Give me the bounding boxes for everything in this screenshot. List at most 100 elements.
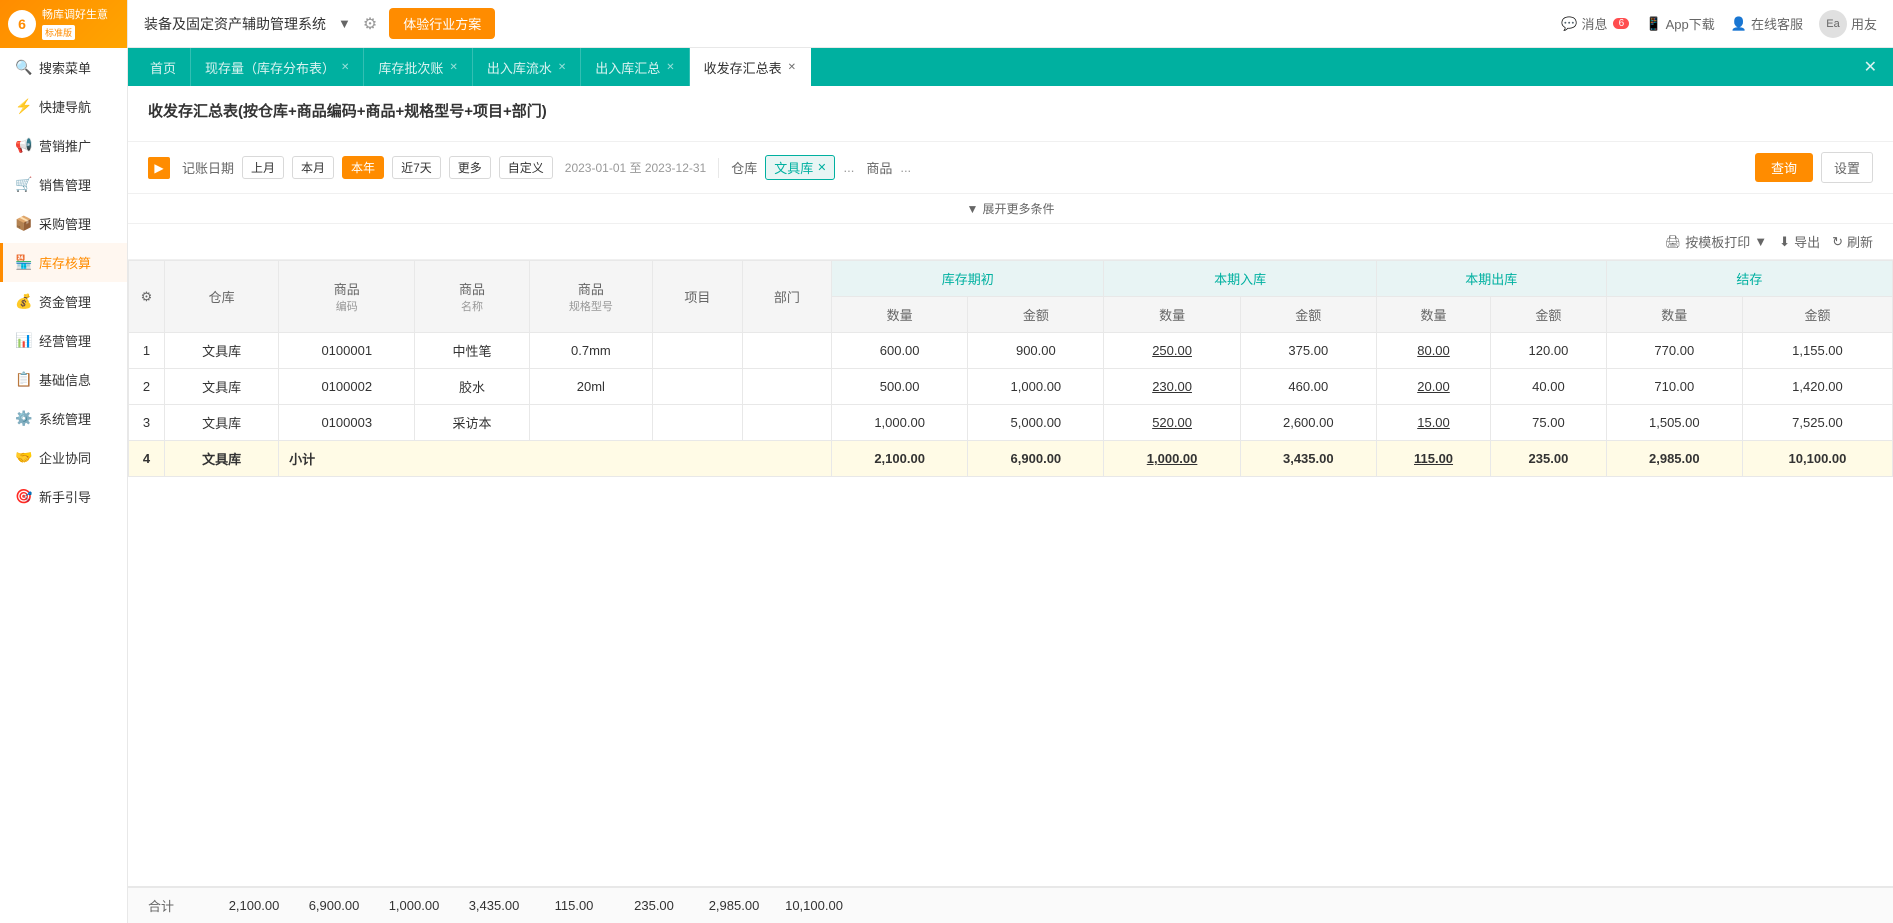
date-btn-7days[interactable]: 近7天 — [392, 156, 441, 179]
date-btn-more[interactable]: 更多 — [449, 156, 491, 179]
date-btn-custom[interactable]: 自定义 — [499, 156, 553, 179]
tab-close-inout-flow[interactable]: ✕ — [558, 62, 566, 73]
cell-open-qty: 500.00 — [832, 369, 968, 405]
th-open-qty: 数量 — [832, 297, 968, 333]
summary-close-qty: 2,985.00 — [1606, 441, 1742, 477]
cell-code: 0100003 — [279, 405, 415, 441]
expand-conditions-row[interactable]: ▼ 展开更多条件 — [128, 194, 1893, 224]
export-btn[interactable]: ⬇ 导出 — [1779, 232, 1820, 251]
sidebar-item-search[interactable]: 🔍搜索菜单 — [0, 48, 127, 87]
cell-open-qty: 1,000.00 — [832, 405, 968, 441]
cell-in-qty[interactable]: 250.00 — [1104, 333, 1240, 369]
warehouse-tag-close[interactable]: ✕ — [817, 161, 826, 174]
sidebar-label-system: 系统管理 — [39, 409, 91, 428]
tab-label-home: 首页 — [150, 58, 176, 77]
cell-dept — [742, 405, 831, 441]
gear-icon[interactable]: ⚙ — [363, 14, 377, 34]
print-template-btn[interactable]: 🖨 按模板打印 ▼ — [1665, 232, 1767, 251]
table-row: 2 文具库 0100002 胶水 20ml 500.00 1,000.00 23… — [129, 369, 1893, 405]
cell-close-amt: 1,155.00 — [1742, 333, 1892, 369]
cell-num: 3 — [129, 405, 165, 441]
cell-in-amt: 375.00 — [1240, 333, 1376, 369]
online-service-item[interactable]: 👤 在线客服 — [1731, 14, 1803, 33]
summary-warehouse: 文具库 — [165, 441, 279, 477]
service-icon: 👤 — [1731, 16, 1747, 32]
cell-project — [653, 333, 742, 369]
sidebar-icon-purchase: 📦 — [15, 215, 33, 232]
sidebar-item-guide[interactable]: 🎯新手引导 — [0, 477, 127, 516]
cell-num: 2 — [129, 369, 165, 405]
tab-close-recv-send-summary[interactable]: ✕ — [788, 62, 796, 73]
tab-batch[interactable]: 库存批次账✕ — [364, 48, 472, 86]
notification-item[interactable]: 💬 消息 6 — [1561, 14, 1629, 33]
date-btn-this-year[interactable]: 本年 — [342, 156, 384, 179]
settings-button[interactable]: 设置 — [1821, 152, 1873, 183]
cell-close-amt: 1,420.00 — [1742, 369, 1892, 405]
cell-out-qty[interactable]: 20.00 — [1376, 369, 1490, 405]
date-btn-this-month[interactable]: 本月 — [292, 156, 334, 179]
tab-home[interactable]: 首页 — [136, 48, 191, 86]
sidebar-item-quick[interactable]: ⚡快捷导航 — [0, 87, 127, 126]
sidebar-item-purchase[interactable]: 📦采购管理 — [0, 204, 127, 243]
tab-label-inout-summary: 出入库汇总 — [595, 58, 660, 77]
cell-code: 0100001 — [279, 333, 415, 369]
sidebar-item-inventory[interactable]: 🏪库存核算 — [0, 243, 127, 282]
sidebar-item-finance[interactable]: 💰资金管理 — [0, 282, 127, 321]
cell-out-amt: 75.00 — [1491, 405, 1607, 441]
warehouse-filter-more[interactable]: ... — [843, 160, 854, 175]
tab-inventory-dist[interactable]: 现存量（库存分布表）✕ — [191, 48, 364, 86]
refresh-btn[interactable]: ↻ 刷新 — [1832, 232, 1873, 251]
th-warehouse: 仓库 — [165, 261, 279, 333]
sidebar-item-corp[interactable]: 🤝企业协同 — [0, 438, 127, 477]
sidebar-label-sales: 销售管理 — [39, 175, 91, 194]
th-settings[interactable]: ⚙ — [129, 261, 165, 333]
summary-label: 小计 — [279, 441, 832, 477]
sidebar-label-search: 搜索菜单 — [39, 58, 91, 77]
date-range-text: 2023-01-01 至 2023-12-31 — [565, 159, 706, 176]
tab-close-batch[interactable]: ✕ — [449, 62, 457, 73]
header-dropdown[interactable]: ▼ — [338, 16, 351, 31]
app-download-item[interactable]: 📱 App下载 — [1645, 14, 1714, 33]
cell-out-qty[interactable]: 80.00 — [1376, 333, 1490, 369]
summary-in-amt: 3,435.00 — [1240, 441, 1376, 477]
footer-open-amt: 6,900.00 — [294, 898, 374, 913]
sidebar-item-marketing[interactable]: 📢营销推广 — [0, 126, 127, 165]
sidebar-icon-inventory: 🏪 — [15, 254, 33, 271]
cell-out-amt: 40.00 — [1491, 369, 1607, 405]
cell-in-qty[interactable]: 230.00 — [1104, 369, 1240, 405]
tab-inout-summary[interactable]: 出入库汇总 ✕ — [581, 48, 689, 86]
goods-filter-more[interactable]: ... — [900, 160, 911, 175]
warehouse-tag-text: 文具库 — [774, 158, 813, 177]
top-header: 装备及固定资产辅助管理系统 ▼ ⚙ 体验行业方案 💬 消息 6 📱 App下载 … — [128, 0, 1893, 48]
query-button[interactable]: 查询 — [1755, 153, 1813, 182]
sidebar-item-operation[interactable]: 📊经营管理 — [0, 321, 127, 360]
industry-btn[interactable]: 体验行业方案 — [389, 8, 495, 39]
footer-out-amt: 235.00 — [614, 898, 694, 913]
filter-expand-arrow[interactable]: ▶ — [148, 157, 170, 179]
tab-label-inout-flow: 出入库流水 — [487, 58, 552, 77]
sidebar-item-sales[interactable]: 🛒销售管理 — [0, 165, 127, 204]
footer-close-qty: 2,985.00 — [694, 898, 774, 913]
cell-in-qty[interactable]: 520.00 — [1104, 405, 1240, 441]
date-btn-last-month[interactable]: 上月 — [242, 156, 284, 179]
table-row: 3 文具库 0100003 采访本 1,000.00 5,000.00 520.… — [129, 405, 1893, 441]
summary-out-qty[interactable]: 115.00 — [1376, 441, 1490, 477]
tab-close-inventory-dist[interactable]: ✕ — [341, 62, 349, 73]
cell-out-qty[interactable]: 15.00 — [1376, 405, 1490, 441]
summary-in-qty[interactable]: 1,000.00 — [1104, 441, 1240, 477]
date-filter-section: 记账日期 上月 本月 本年 近7天 更多 自定义 — [182, 156, 553, 179]
export-label: 导出 — [1794, 232, 1820, 251]
tab-recv-send-summary[interactable]: 收发存汇总表✕ — [690, 48, 811, 86]
sidebar-item-basic[interactable]: 📋基础信息 — [0, 360, 127, 399]
tab-close-inout-summary[interactable]: ✕ — [666, 62, 674, 73]
sidebar-label-corp: 企业协同 — [39, 448, 91, 467]
user-item[interactable]: Ea 用友 — [1819, 10, 1877, 38]
tab-inout-flow[interactable]: 出入库流水 ✕ — [473, 48, 581, 86]
tab-bar-close-btn[interactable]: ✕ — [1856, 57, 1885, 77]
print-label: 按模板打印 — [1685, 232, 1750, 251]
date-range-section: 2023-01-01 至 2023-12-31 — [565, 159, 706, 176]
export-icon: ⬇ — [1779, 234, 1790, 250]
cell-warehouse: 文具库 — [165, 333, 279, 369]
sidebar-item-system[interactable]: ⚙️系统管理 — [0, 399, 127, 438]
cell-num: 1 — [129, 333, 165, 369]
